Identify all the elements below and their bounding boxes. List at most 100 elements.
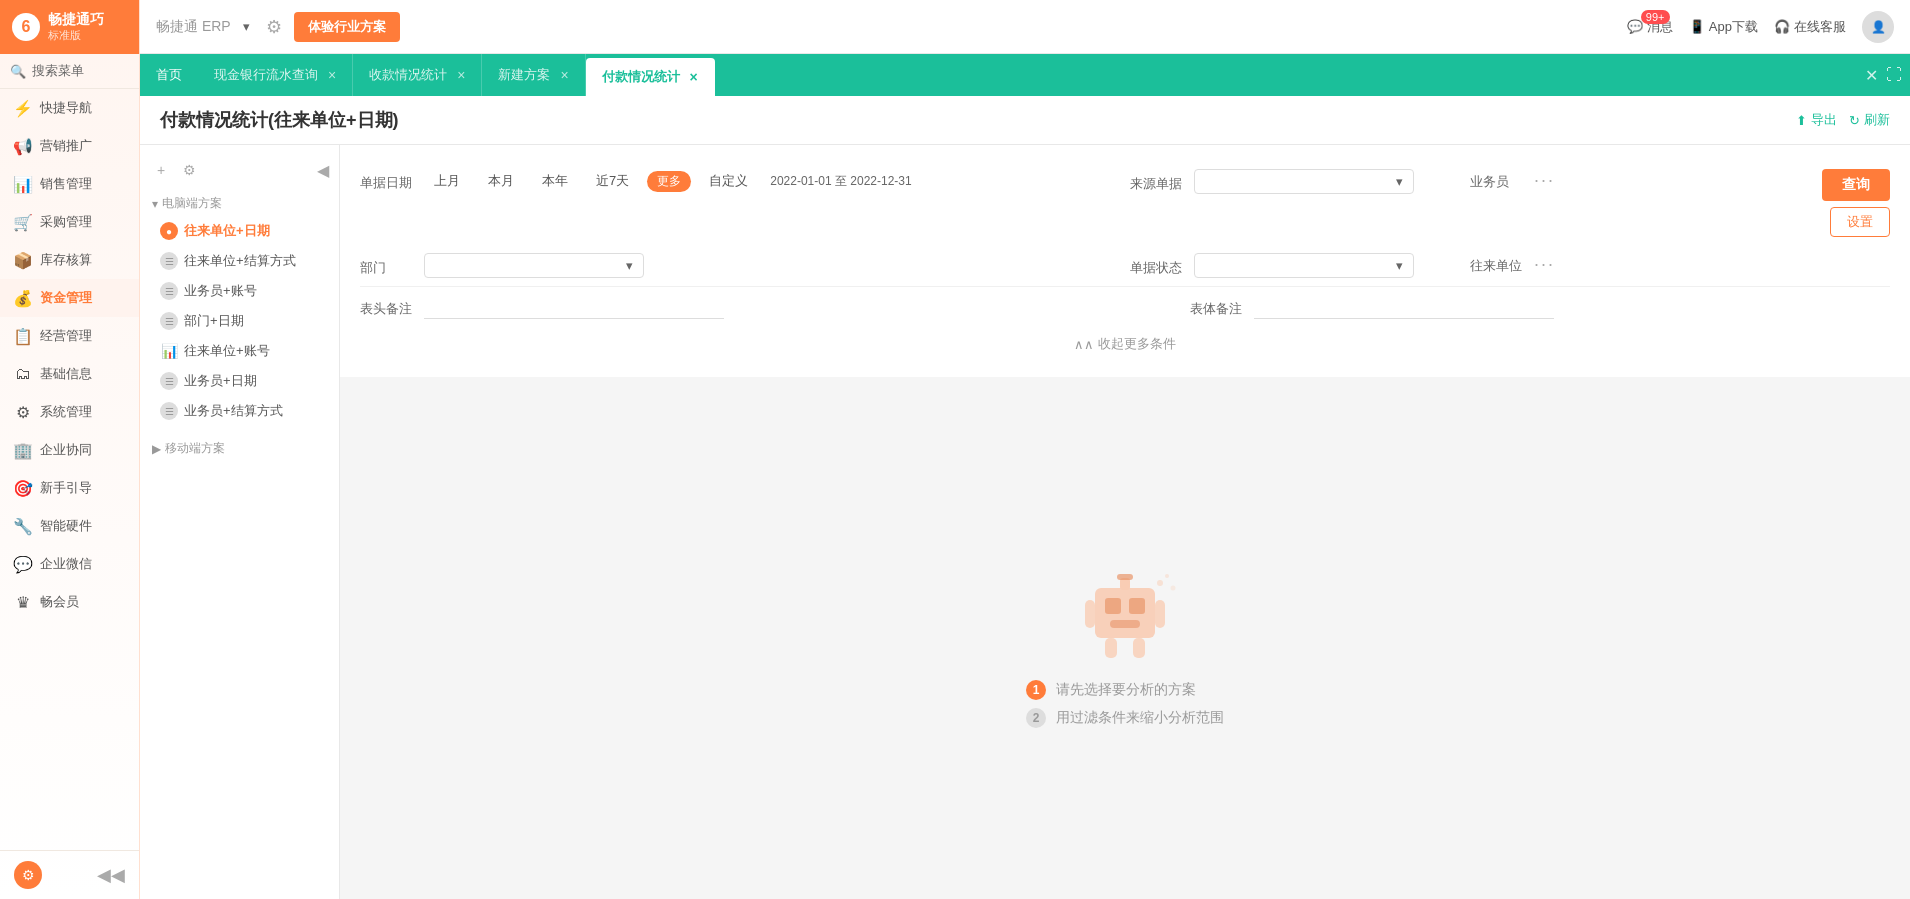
mobile-section-title[interactable]: ▶ 移动端方案 bbox=[140, 434, 339, 461]
header-note-label: 表头备注 bbox=[360, 296, 416, 318]
panel-settings-icon[interactable]: ⚙ bbox=[178, 159, 200, 181]
page-header: 付款情况统计(往来单位+日期) ⬆ 导出 ↻ 刷新 bbox=[140, 96, 1910, 145]
chevron-up-icon: ∧∧ bbox=[1074, 337, 1094, 352]
svg-rect-3 bbox=[1110, 620, 1140, 628]
sidebar-item-sales[interactable]: 📊 销售管理 bbox=[0, 165, 139, 203]
panel-collapse-icon[interactable]: ◀ bbox=[317, 161, 329, 180]
header-dropdown[interactable]: ▾ bbox=[243, 19, 250, 34]
sidebar-item-marketing[interactable]: 📢 营销推广 bbox=[0, 127, 139, 165]
page-title: 付款情况统计(往来单位+日期) bbox=[160, 108, 399, 132]
panel-toolbar: + ⚙ ◀ bbox=[140, 155, 339, 189]
filter-section: 单据日期 上月 本月 本年 近7天 更多 自定义 2022-01-01 至 20… bbox=[340, 145, 1910, 377]
employee-more-icon[interactable]: ··· bbox=[1534, 170, 1555, 191]
tab-bank-close[interactable]: × bbox=[328, 67, 336, 83]
logo-text: 畅捷通巧 标准版 bbox=[48, 11, 104, 43]
plan-employee-settle[interactable]: ☰ 业务员+结算方式 bbox=[140, 396, 339, 426]
sidebar-collapse-button[interactable]: ◀◀ bbox=[97, 864, 125, 886]
svg-point-11 bbox=[1165, 574, 1169, 578]
pc-section-title[interactable]: ▾ 电脑端方案 bbox=[140, 189, 339, 216]
refresh-button[interactable]: ↻ 刷新 bbox=[1849, 111, 1890, 129]
settings-button[interactable]: 设置 bbox=[1830, 207, 1890, 237]
inventory-icon: 📦 bbox=[14, 251, 32, 269]
plan-icon-2: ☰ bbox=[160, 252, 178, 270]
date-range-text: 2022-01-01 至 2022-12-31 bbox=[770, 173, 911, 190]
empty-state-area: 1 请先选择要分析的方案 2 用过滤条件来缩小分析范围 bbox=[340, 377, 1910, 899]
hardware-icon: 🔧 bbox=[14, 517, 32, 535]
sidebar-item-inventory[interactable]: 📦 库存核算 bbox=[0, 241, 139, 279]
user-icon: 👤 bbox=[1871, 20, 1886, 34]
tab-close-all-icon[interactable]: ✕ bbox=[1865, 66, 1878, 85]
tab-fullscreen-icon[interactable]: ⛶ bbox=[1886, 66, 1902, 84]
sidebar-item-weixin[interactable]: 💬 企业微信 bbox=[0, 545, 139, 583]
quick-nav-icon: ⚡ bbox=[14, 99, 32, 117]
sidebar-search[interactable]: 🔍 搜索菜单 bbox=[0, 54, 139, 89]
sidebar-item-finance[interactable]: 💰 资金管理 bbox=[0, 279, 139, 317]
chevron-down-icon: ▾ bbox=[152, 197, 158, 211]
sidebar-item-enterprise[interactable]: 🏢 企业协同 bbox=[0, 431, 139, 469]
user-avatar[interactable]: 👤 bbox=[1862, 11, 1894, 43]
sidebar-item-quick-nav[interactable]: ⚡ 快捷导航 bbox=[0, 89, 139, 127]
export-button[interactable]: ⬆ 导出 bbox=[1796, 111, 1837, 129]
empty-steps: 1 请先选择要分析的方案 2 用过滤条件来缩小分析范围 bbox=[1026, 680, 1224, 728]
tab-home[interactable]: 首页 bbox=[140, 54, 198, 96]
sidebar-item-purchase[interactable]: 🛒 采购管理 bbox=[0, 203, 139, 241]
plan-counterpart-account[interactable]: 📊 往来单位+账号 bbox=[140, 336, 339, 366]
tab-receipt[interactable]: 收款情况统计 × bbox=[353, 54, 482, 96]
tab-bank[interactable]: 现金银行流水查询 × bbox=[198, 54, 353, 96]
plan-counterpart-date[interactable]: ● 往来单位+日期 bbox=[140, 216, 339, 246]
svg-point-12 bbox=[1171, 586, 1176, 591]
source-select[interactable]: ▾ bbox=[1194, 169, 1414, 194]
sidebar-item-system[interactable]: ⚙ 系统管理 bbox=[0, 393, 139, 431]
filter-counterpart-col: 往来单位 ··· bbox=[1470, 253, 1790, 275]
body-note-input[interactable] bbox=[1254, 295, 1554, 319]
plan-icon-7: ☰ bbox=[160, 402, 178, 420]
trial-btn[interactable]: 体验行业方案 bbox=[294, 12, 400, 42]
counterpart-more-icon[interactable]: ··· bbox=[1534, 254, 1555, 275]
plan-employee-date[interactable]: ☰ 业务员+日期 bbox=[140, 366, 339, 396]
date-more[interactable]: 更多 bbox=[647, 171, 691, 192]
sidebar-item-operation[interactable]: 📋 经营管理 bbox=[0, 317, 139, 355]
sidebar-item-guide[interactable]: 🎯 新手引导 bbox=[0, 469, 139, 507]
notification-btn[interactable]: 💬 消息 99+ bbox=[1627, 18, 1673, 36]
plan-dept-date[interactable]: ☰ 部门+日期 bbox=[140, 306, 339, 336]
sidebar-item-hardware[interactable]: 🔧 智能硬件 bbox=[0, 507, 139, 545]
date-7days[interactable]: 近7天 bbox=[586, 169, 639, 193]
date-options: 上月 本月 本年 近7天 更多 自定义 2022-01-01 至 2022-12… bbox=[424, 169, 912, 193]
date-this-year[interactable]: 本年 bbox=[532, 169, 578, 193]
plan-counterpart-settle[interactable]: ☰ 往来单位+结算方式 bbox=[140, 246, 339, 276]
tab-payment[interactable]: 付款情况统计 × bbox=[586, 58, 715, 96]
plan-icon-6: ☰ bbox=[160, 372, 178, 390]
date-this-month[interactable]: 本月 bbox=[478, 169, 524, 193]
header-settings-icon[interactable]: ⚙ bbox=[266, 16, 282, 38]
phone-icon: 📱 bbox=[1689, 19, 1705, 34]
date-custom[interactable]: 自定义 bbox=[699, 169, 758, 193]
sidebar-settings-icon[interactable]: ⚙ bbox=[14, 861, 42, 889]
notification-icon: 💬 bbox=[1627, 19, 1643, 34]
system-icon: ⚙ bbox=[14, 403, 32, 421]
panel-add-icon[interactable]: + bbox=[150, 159, 172, 181]
filter-dept-col: 部门 ▾ bbox=[360, 253, 1110, 278]
header-note-input[interactable] bbox=[424, 295, 724, 319]
date-last-month[interactable]: 上月 bbox=[424, 169, 470, 193]
body-note-label: 表体备注 bbox=[1190, 296, 1246, 318]
filter-employee-col: 业务员 ··· bbox=[1470, 169, 1790, 191]
tab-new-plan-close[interactable]: × bbox=[560, 67, 568, 83]
counterpart-label: 往来单位 bbox=[1470, 253, 1526, 275]
sidebar-item-basic[interactable]: 🗂 基础信息 bbox=[0, 355, 139, 393]
plan-icon-3: ☰ bbox=[160, 282, 178, 300]
query-button[interactable]: 查询 bbox=[1822, 169, 1890, 201]
docstatus-select[interactable]: ▾ bbox=[1194, 253, 1414, 278]
tab-payment-close[interactable]: × bbox=[690, 69, 698, 85]
filter-body-note-col: 表体备注 bbox=[1190, 295, 1790, 319]
dept-label: 部门 bbox=[360, 255, 416, 277]
app-download-btn[interactable]: 📱 App下载 bbox=[1689, 18, 1758, 36]
collapse-more-btn[interactable]: ∧∧ 收起更多条件 bbox=[360, 327, 1890, 361]
svg-rect-1 bbox=[1105, 598, 1121, 614]
online-service-btn[interactable]: 🎧 在线客服 bbox=[1774, 18, 1846, 36]
svg-rect-6 bbox=[1085, 600, 1095, 628]
dept-select[interactable]: ▾ bbox=[424, 253, 644, 278]
tab-new-plan[interactable]: 新建方案 × bbox=[482, 54, 585, 96]
tab-receipt-close[interactable]: × bbox=[457, 67, 465, 83]
sidebar-item-vip[interactable]: ♛ 畅会员 bbox=[0, 583, 139, 621]
plan-employee-account[interactable]: ☰ 业务员+账号 bbox=[140, 276, 339, 306]
